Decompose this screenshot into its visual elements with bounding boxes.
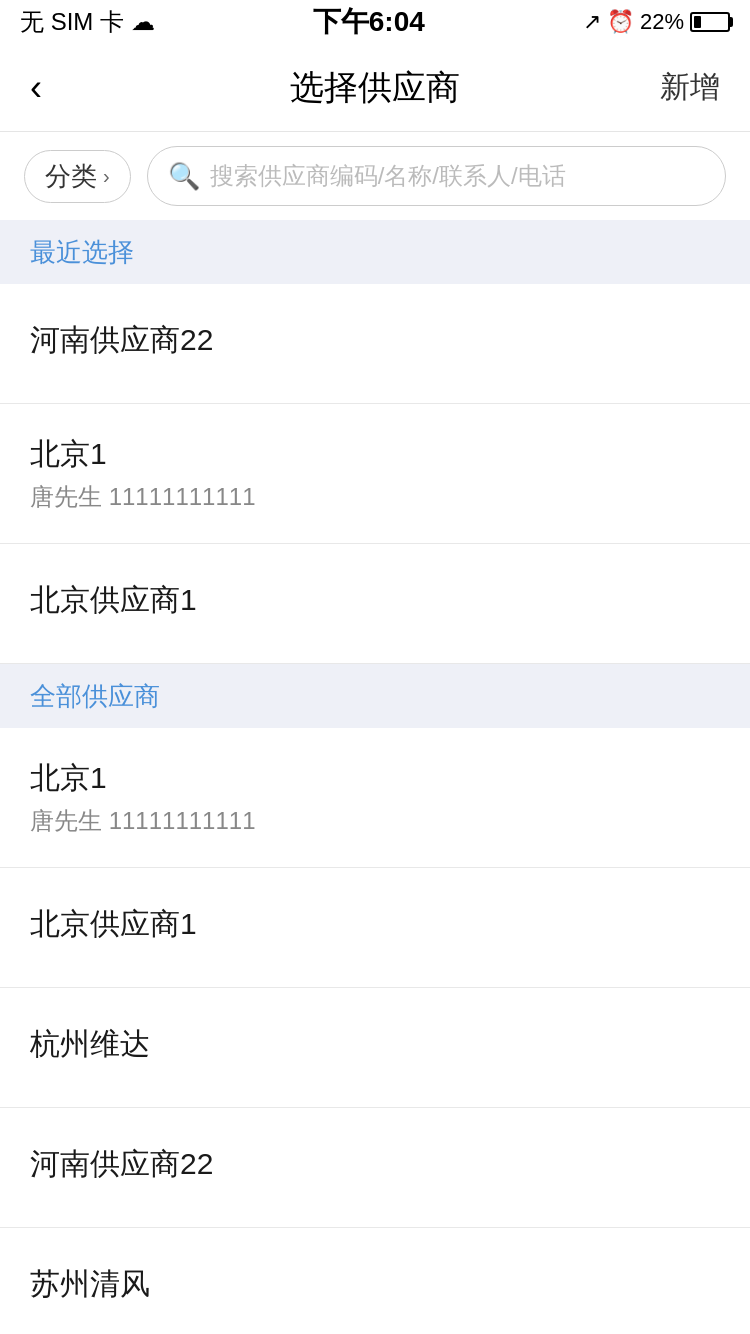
search-placeholder: 搜索供应商编码/名称/联系人/电话 xyxy=(210,160,566,192)
all-item-4[interactable]: 苏州清风 xyxy=(0,1228,750,1334)
all-item-2-name: 杭州维达 xyxy=(30,1024,720,1065)
alarm-icon: ⏰ xyxy=(607,9,634,35)
category-button[interactable]: 分类 › xyxy=(24,150,131,203)
page-title: 选择供应商 xyxy=(290,65,460,111)
all-item-0[interactable]: 北京1 唐先生 11111111111 xyxy=(0,728,750,868)
location-icon: ↗ xyxy=(583,9,601,35)
chevron-right-icon: › xyxy=(103,165,110,188)
add-button[interactable]: 新增 xyxy=(660,67,720,108)
battery-percent: 22% xyxy=(640,9,684,35)
filter-bar: 分类 › 🔍 搜索供应商编码/名称/联系人/电话 xyxy=(0,132,750,220)
all-item-1-name: 北京供应商1 xyxy=(30,904,720,945)
all-header-text: 全部供应商 xyxy=(30,679,160,714)
status-right: ↗ ⏰ 22% xyxy=(583,9,730,35)
back-button[interactable]: ‹ xyxy=(30,67,90,109)
all-item-3-name: 河南供应商22 xyxy=(30,1144,720,1185)
nav-bar: ‹ 选择供应商 新增 xyxy=(0,44,750,132)
recent-header-text: 最近选择 xyxy=(30,235,134,270)
all-section-header: 全部供应商 xyxy=(0,664,750,728)
status-time: 下午6:04 xyxy=(313,3,425,41)
all-item-1[interactable]: 北京供应商1 xyxy=(0,868,750,988)
all-item-3[interactable]: 河南供应商22 xyxy=(0,1108,750,1228)
sim-signal-text: 无 SIM 卡 ☁ xyxy=(20,6,155,38)
all-item-4-name: 苏州清风 xyxy=(30,1264,720,1305)
all-item-2[interactable]: 杭州维达 xyxy=(0,988,750,1108)
battery-fill xyxy=(694,16,701,28)
recent-item-0[interactable]: 河南供应商22 xyxy=(0,284,750,404)
battery-icon xyxy=(690,12,730,32)
status-left: 无 SIM 卡 ☁ xyxy=(20,6,155,38)
all-item-0-sub: 唐先生 11111111111 xyxy=(30,805,720,837)
category-label: 分类 xyxy=(45,159,97,194)
recent-item-2-name: 北京供应商1 xyxy=(30,580,720,621)
recent-item-1-name: 北京1 xyxy=(30,434,720,475)
recent-item-2[interactable]: 北京供应商1 xyxy=(0,544,750,664)
recent-item-1[interactable]: 北京1 唐先生 11111111111 xyxy=(0,404,750,544)
search-box[interactable]: 🔍 搜索供应商编码/名称/联系人/电话 xyxy=(147,146,726,206)
recent-item-0-name: 河南供应商22 xyxy=(30,320,720,361)
recent-item-1-sub: 唐先生 11111111111 xyxy=(30,481,720,513)
status-bar: 无 SIM 卡 ☁ 下午6:04 ↗ ⏰ 22% xyxy=(0,0,750,44)
search-icon: 🔍 xyxy=(168,161,200,192)
recent-section-header: 最近选择 xyxy=(0,220,750,284)
all-item-0-name: 北京1 xyxy=(30,758,720,799)
